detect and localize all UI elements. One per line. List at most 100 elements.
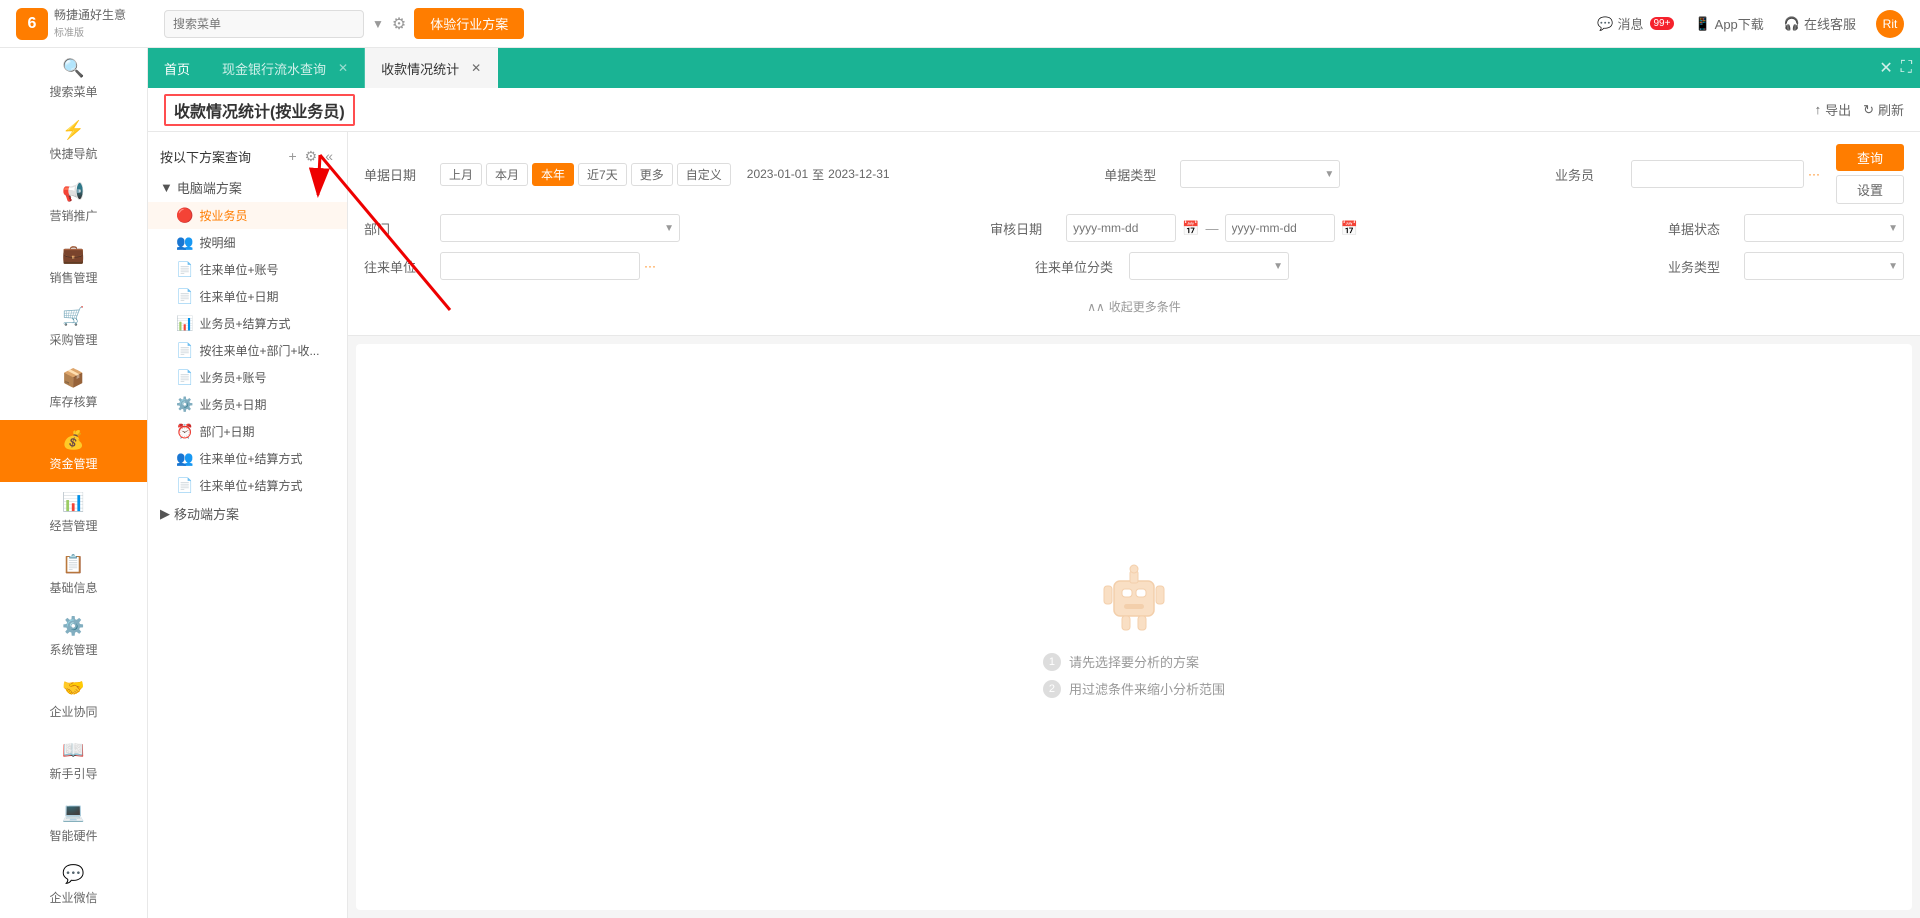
doc-type-field: ▼ bbox=[1180, 160, 1340, 188]
export-icon: ↑ bbox=[1815, 102, 1822, 117]
tree-item-dept-date[interactable]: ⏰ 部门+日期 bbox=[148, 418, 347, 445]
content-area: 首页 现金银行流水查询 ✕ 收款情况统计 ✕ ✕ ⛶ 收款情况统计(按业务员) … bbox=[148, 48, 1920, 918]
wechat-icon: 💬 bbox=[62, 864, 84, 885]
sidebar-item-search[interactable]: 🔍 搜索菜单 bbox=[0, 48, 147, 110]
tree-item-partner-account[interactable]: 📄 往来单位+账号 bbox=[148, 256, 347, 283]
tab-close-all-btn[interactable]: ✕ bbox=[1879, 58, 1892, 78]
step-2-text: 用过滤条件来缩小分析范围 bbox=[1069, 679, 1225, 698]
user-avatar[interactable]: Rit bbox=[1876, 10, 1904, 38]
left-panel-header: 按以下方案查询 + ⚙ « bbox=[148, 140, 347, 173]
message-item[interactable]: 💬 消息 99+ bbox=[1597, 14, 1674, 33]
sidebar-item-hardware[interactable]: 💻 智能硬件 bbox=[0, 792, 147, 854]
doc-status-field: ▼ bbox=[1744, 214, 1904, 242]
sidebar-item-collab[interactable]: 🤝 企业协同 bbox=[0, 668, 147, 730]
review-date-start[interactable] bbox=[1066, 214, 1176, 242]
scheme-settings-btn[interactable]: ⚙ bbox=[303, 146, 320, 167]
sidebar-item-purchase[interactable]: 🛒 采购管理 bbox=[0, 296, 147, 358]
marketing-icon: 📢 bbox=[62, 182, 84, 203]
sales-rep-input[interactable] bbox=[1631, 160, 1804, 188]
tree-item-sales-date[interactable]: ⚙️ 业务员+日期 bbox=[148, 391, 347, 418]
sidebar-item-wechat-label: 企业微信 bbox=[49, 889, 97, 906]
sales-rep-more-btn[interactable]: ··· bbox=[1808, 167, 1820, 181]
sidebar: 🔍 搜索菜单 ⚡ 快捷导航 📢 营销推广 💼 销售管理 🛒 采购管理 📦 库存核… bbox=[0, 48, 148, 918]
online-service-item[interactable]: 🎧 在线客服 bbox=[1784, 14, 1856, 33]
tab-expand-btn[interactable]: ⛶ bbox=[1901, 59, 1912, 77]
sidebar-item-sales[interactable]: 💼 销售管理 bbox=[0, 234, 147, 296]
trial-button[interactable]: 体验行业方案 bbox=[414, 8, 524, 39]
tree-item-detail[interactable]: 👥 按明细 bbox=[148, 229, 347, 256]
export-button[interactable]: ↑ 导出 bbox=[1815, 100, 1852, 119]
tree-item-sales-account[interactable]: 📄 业务员+账号 bbox=[148, 364, 347, 391]
tree-group-mobile: ▶ 移动端方案 bbox=[148, 499, 347, 528]
sidebar-item-finance[interactable]: 💰 资金管理 bbox=[0, 420, 147, 482]
date-btn-7days[interactable]: 近7天 bbox=[578, 163, 627, 186]
sidebar-item-operation[interactable]: 📊 经营管理 bbox=[0, 482, 147, 544]
dept-select[interactable] bbox=[440, 214, 680, 242]
refresh-button[interactable]: ↻ 刷新 bbox=[1863, 100, 1904, 119]
sidebar-item-quicknav[interactable]: ⚡ 快捷导航 bbox=[0, 110, 147, 172]
date-btn-custom[interactable]: 自定义 bbox=[677, 163, 731, 186]
guide-icon: 📖 bbox=[62, 740, 84, 761]
partner-category-select[interactable] bbox=[1129, 252, 1289, 280]
date-end: 2023-12-31 bbox=[828, 167, 889, 181]
date-btn-more[interactable]: 更多 bbox=[631, 163, 673, 186]
query-button[interactable]: 查询 bbox=[1836, 144, 1904, 171]
finance-icon: 💰 bbox=[62, 430, 84, 451]
date-btn-last-month[interactable]: 上月 bbox=[440, 163, 482, 186]
sidebar-item-quicknav-label: 快捷导航 bbox=[49, 145, 97, 162]
tree-group-mobile-header[interactable]: ▶ 移动端方案 bbox=[148, 499, 347, 528]
tree-item-active-icon: 🔴 bbox=[176, 207, 193, 224]
tab-bar: 首页 现金银行流水查询 ✕ 收款情况统计 ✕ ✕ ⛶ bbox=[148, 48, 1920, 88]
set-button[interactable]: 设置 bbox=[1836, 175, 1904, 204]
review-date-label: 审核日期 bbox=[990, 219, 1050, 238]
dept-field: ▼ bbox=[440, 214, 680, 242]
sidebar-item-purchase-label: 采购管理 bbox=[49, 331, 97, 348]
partner-more-btn[interactable]: ··· bbox=[644, 259, 656, 273]
collapse-more-btn[interactable]: ∧∧ 收起更多条件 bbox=[1079, 290, 1189, 323]
review-date-end-cal-icon[interactable]: 📅 bbox=[1341, 220, 1358, 237]
tree-group-pc-header[interactable]: ▼ 电脑端方案 bbox=[148, 173, 347, 202]
tree-item-by-partner-dept[interactable]: 📄 按往来单位+部门+收... bbox=[148, 337, 347, 364]
dept-label: 部门 bbox=[364, 219, 424, 238]
sidebar-item-marketing[interactable]: 📢 营销推广 bbox=[0, 172, 147, 234]
sidebar-item-search-label: 搜索菜单 bbox=[49, 83, 97, 100]
tab-bank-flow-close[interactable]: ✕ bbox=[338, 61, 348, 75]
tab-home[interactable]: 首页 bbox=[148, 48, 206, 88]
review-date-end[interactable] bbox=[1225, 214, 1335, 242]
form-row-3: 往来单位 ··· 往来单位分类 ▼ bbox=[364, 252, 1904, 280]
tree-item-sales-settle[interactable]: 📊 业务员+结算方式 bbox=[148, 310, 347, 337]
logo-area: 6 畅捷通好生意 标准版 bbox=[16, 8, 164, 40]
tab-collection-stats-close[interactable]: ✕ bbox=[471, 61, 481, 75]
tree-item-partner-settle2[interactable]: 📄 往来单位+结算方式 bbox=[148, 472, 347, 499]
doc-type-select[interactable] bbox=[1180, 160, 1340, 188]
biz-type-select[interactable] bbox=[1744, 252, 1904, 280]
sidebar-item-inventory[interactable]: 📦 库存核算 bbox=[0, 358, 147, 420]
biz-type-label: 业务类型 bbox=[1668, 257, 1728, 276]
tree-item-by-sales[interactable]: 🔴 按业务员 bbox=[148, 202, 347, 229]
app-download-item[interactable]: 📱 App下载 bbox=[1694, 14, 1763, 33]
tab-collection-stats[interactable]: 收款情况统计 ✕ bbox=[365, 48, 498, 88]
settings-icon[interactable]: ⚙ bbox=[392, 14, 406, 34]
add-scheme-btn[interactable]: + bbox=[286, 146, 298, 167]
search-input[interactable] bbox=[164, 10, 364, 38]
sidebar-item-guide[interactable]: 📖 新手引导 bbox=[0, 730, 147, 792]
inner-content: 按以下方案查询 + ⚙ « ▼ 电脑端方案 🔴 按业务员 bbox=[148, 132, 1920, 918]
tree-item-partner-date[interactable]: 📄 往来单位+日期 bbox=[148, 283, 347, 310]
partner-input[interactable] bbox=[440, 252, 640, 280]
form-row-2: 部门 ▼ 审核日期 📅 — bbox=[364, 214, 1904, 242]
collapse-up-icon: ∧∧ bbox=[1087, 300, 1105, 314]
tab-bank-flow[interactable]: 现金银行流水查询 ✕ bbox=[206, 48, 365, 88]
sidebar-item-basic[interactable]: 📋 基础信息 bbox=[0, 544, 147, 606]
tree-item-partner-settle1[interactable]: 👥 往来单位+结算方式 bbox=[148, 445, 347, 472]
app-edition: 标准版 bbox=[54, 24, 126, 39]
sidebar-item-system[interactable]: ⚙️ 系统管理 bbox=[0, 606, 147, 668]
date-btn-this-month[interactable]: 本月 bbox=[486, 163, 528, 186]
data-area: 1 请先选择要分析的方案 2 用过滤条件来缩小分析范围 bbox=[356, 344, 1912, 910]
collapse-panel-btn[interactable]: « bbox=[323, 146, 335, 167]
doc-status-select[interactable] bbox=[1744, 214, 1904, 242]
sidebar-item-wechat[interactable]: 💬 企业微信 bbox=[0, 854, 147, 916]
review-date-start-cal-icon[interactable]: 📅 bbox=[1182, 220, 1199, 237]
doc-type-label: 单据类型 bbox=[1104, 165, 1164, 184]
date-quick-btns: 上月 本月 本年 近7天 更多 自定义 bbox=[440, 163, 731, 186]
date-btn-this-year[interactable]: 本年 bbox=[532, 163, 574, 186]
